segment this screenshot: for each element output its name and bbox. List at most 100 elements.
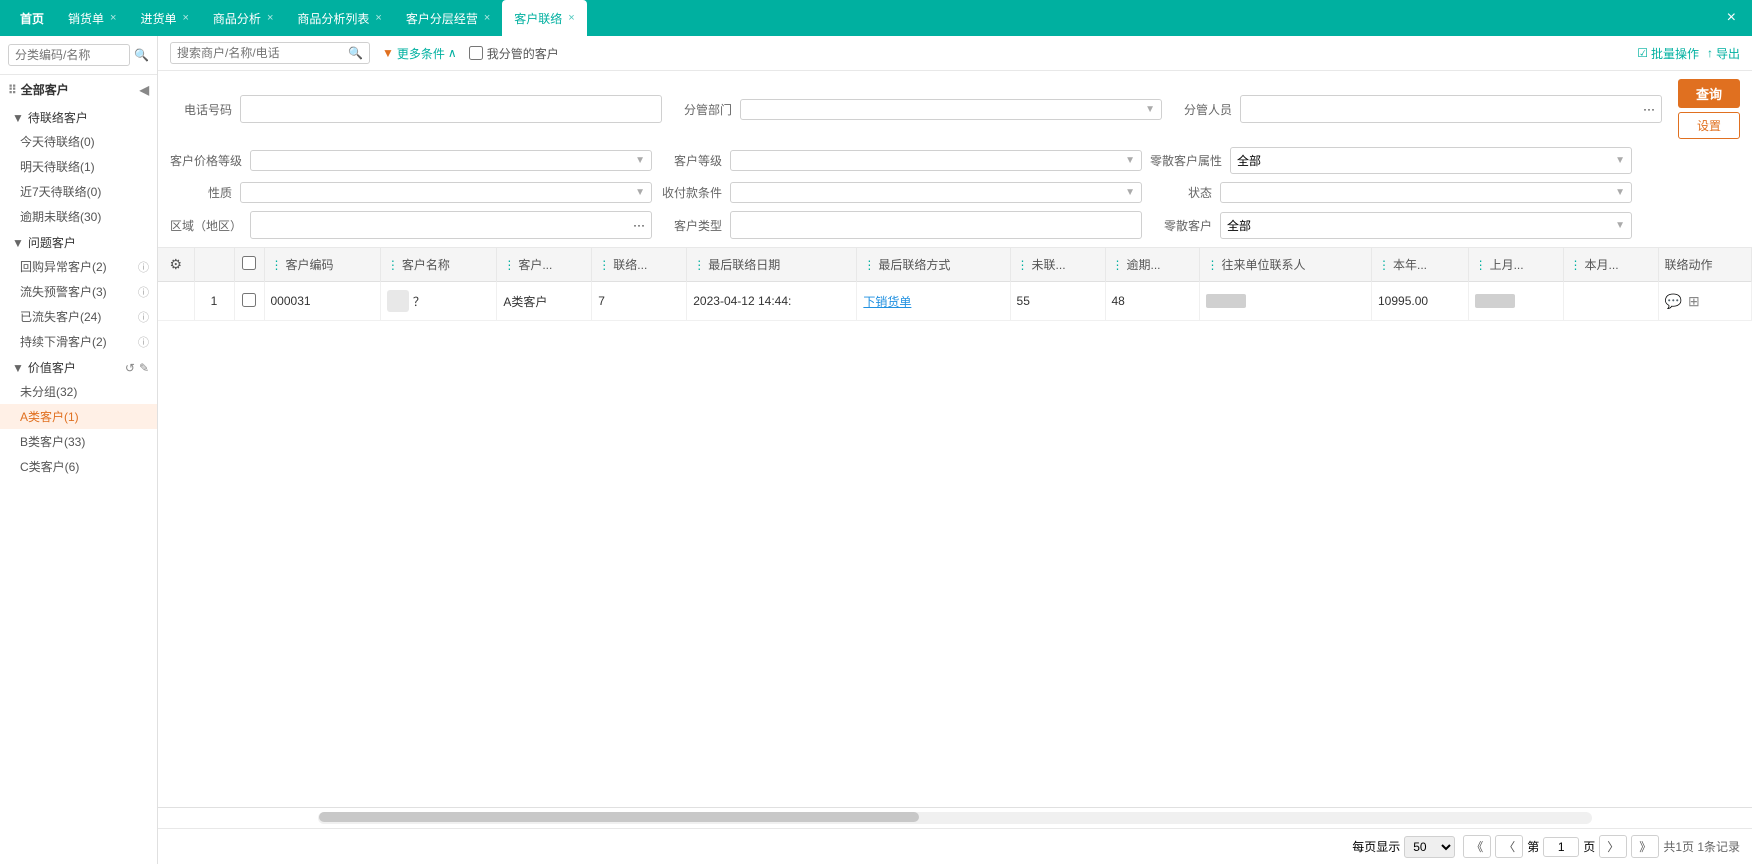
sidebar-item-b-class[interactable]: B类客户(33) [0, 429, 157, 454]
close-goods-analysis-list-tab[interactable]: × [375, 12, 381, 24]
sort-icon-thismonth: ⋮ [1570, 258, 1582, 272]
filter-select-scatter[interactable]: 全部 ▼ [1220, 212, 1632, 239]
nav-tab-goods-analysis[interactable]: 商品分析 × [201, 0, 285, 36]
table-row: 1 000031 ？ A类客户 7 2023 [158, 282, 1752, 321]
close-customer-contact-tab[interactable]: × [568, 12, 574, 24]
filter-select-price-level[interactable]: ▼ [250, 150, 652, 171]
sidebar-item-a-class[interactable]: A类客户(1) [0, 404, 157, 429]
action-icons: 💬 ⊞ [1665, 293, 1746, 310]
filter-more-btn[interactable]: ▼ 更多条件 ∧ [382, 45, 457, 62]
filter-select-scatter-attr[interactable]: 全部 ▼ [1230, 147, 1632, 174]
page-number-input[interactable] [1543, 837, 1579, 857]
nav-tab-customer-tier[interactable]: 客户分层经营 × [394, 0, 502, 36]
row-checkbox[interactable] [242, 293, 256, 307]
table-gear-icon[interactable]: ⚙ [169, 256, 182, 272]
last-page-button[interactable]: 》 [1631, 835, 1659, 858]
avatar [387, 290, 409, 312]
filter-select-nature[interactable]: ▼ [240, 182, 652, 203]
query-button[interactable]: 查询 [1678, 79, 1740, 108]
dept-select-arrow: ▼ [1145, 104, 1155, 115]
sidebar-item-c-class[interactable]: C类客户(6) [0, 454, 157, 479]
sort-icon-name: ⋮ [387, 258, 399, 272]
filter-cell-status: 状态 ▼ [1150, 182, 1632, 203]
td-index: 1 [194, 282, 234, 321]
sort-icon-year: ⋮ [1378, 258, 1390, 272]
close-goods-analysis-tab[interactable]: × [267, 12, 273, 24]
sidebar-item-repurchase-abnormal[interactable]: 回购异常客户(2) ⓘ [0, 254, 157, 279]
sidebar-item-declining[interactable]: 持续下滑客户(2) ⓘ [0, 329, 157, 354]
sidebar-item-ungrouped[interactable]: 未分组(32) [0, 379, 157, 404]
filter-label-dept: 分管部门 [670, 101, 740, 118]
filter-search-input[interactable] [177, 46, 348, 60]
filter-label-customer-level: 客户等级 [660, 152, 730, 169]
edit-icon[interactable]: ✎ [139, 361, 149, 375]
batch-op-button[interactable]: ☑ 批量操作 [1637, 45, 1699, 62]
close-all-button[interactable]: × [1719, 9, 1744, 27]
scrollbar-track[interactable] [318, 812, 1592, 824]
pending-arrow: ▼ [12, 111, 24, 125]
sidebar-item-lost-warning[interactable]: 流失预警客户(3) ⓘ [0, 279, 157, 304]
sidebar-item-already-lost[interactable]: 已流失客户(24) ⓘ [0, 304, 157, 329]
sidebar-item-overdue-contact[interactable]: 逾期未联络(30) [0, 204, 157, 229]
page-size-dropdown[interactable]: 20 50 100 [1404, 836, 1455, 858]
close-customer-tier-tab[interactable]: × [484, 12, 490, 24]
first-page-button[interactable]: 《 [1463, 835, 1491, 858]
sidebar-search-icon[interactable]: 🔍 [134, 48, 149, 62]
nav-tab-sales[interactable]: 销货单 × [56, 0, 128, 36]
chat-icon[interactable]: 💬 [1665, 293, 1682, 310]
filter-input-phone[interactable] [240, 95, 662, 123]
next-page-button[interactable]: 〉 [1599, 835, 1627, 858]
nav-tab-purchase[interactable]: 进货单 × [128, 0, 200, 36]
filter-input-person[interactable]: ··· [1240, 95, 1662, 123]
scrollbar-thumb[interactable] [319, 812, 919, 822]
nav-tab-customer-contact[interactable]: 客户联络 × [502, 0, 586, 36]
nav-tab-home[interactable]: 首页 [8, 0, 56, 36]
td-type: A类客户 [497, 282, 592, 321]
customers-table: ⚙ ⋮客户编码 ⋮客户名称 ⋮客户... [158, 248, 1752, 321]
settings-button[interactable]: 设置 [1678, 112, 1740, 139]
filter-cell-customer-type: 客户类型 [660, 211, 1142, 239]
my-customers-checkbox[interactable] [469, 46, 483, 60]
filter-cell-nature: 性质 ▼ [170, 182, 652, 203]
prev-page-button[interactable]: 〈 [1495, 835, 1523, 858]
status-arrow: ▼ [1615, 187, 1625, 198]
horizontal-scrollbar[interactable] [158, 807, 1752, 828]
close-purchase-tab[interactable]: × [182, 12, 188, 24]
all-customers-header[interactable]: ⠿ 全部客户 ◀ [0, 75, 157, 104]
filter-select-payment[interactable]: ▼ [730, 182, 1142, 203]
sidebar-item-7days-contact[interactable]: 近7天待联络(0) [0, 179, 157, 204]
sidebar-item-today-contact[interactable]: 今天待联络(0) [0, 129, 157, 154]
sidebar-search-input[interactable] [8, 44, 130, 66]
sidebar-item-tomorrow-contact[interactable]: 明天待联络(1) [0, 154, 157, 179]
pending-contact-group[interactable]: ▼ 待联络客户 [0, 104, 157, 129]
filter-my-customers[interactable]: 我分管的客户 [469, 45, 559, 62]
refresh-icon[interactable]: ↺ [125, 361, 135, 375]
td-gear [158, 282, 194, 321]
filter-row-3: 性质 ▼ 收付款条件 ▼ 状态 [170, 182, 1740, 203]
filter-select-dept[interactable]: ▼ [740, 99, 1162, 120]
page-nav: 《 〈 第 页 〉 》 共1页 1条记录 [1463, 835, 1740, 858]
export-icon: ↑ [1707, 46, 1713, 60]
price-level-arrow: ▼ [635, 155, 645, 166]
td-code: 000031 [264, 282, 380, 321]
filter-select-status[interactable]: ▼ [1220, 182, 1632, 203]
export-button[interactable]: ↑ 导出 [1707, 45, 1740, 62]
all-customers-label: 全部客户 [21, 81, 69, 98]
sort-icon-contact: ⋮ [598, 258, 610, 272]
filter-input-customer-type[interactable] [730, 211, 1142, 239]
last-contact-way-link[interactable]: 下销货单 [863, 295, 911, 309]
filter-input-region[interactable]: ··· [250, 211, 652, 239]
filter-search-icon[interactable]: 🔍 [348, 46, 363, 60]
select-all-checkbox[interactable] [242, 256, 256, 270]
collapse-icon[interactable]: ◀ [140, 83, 149, 97]
info-icon-4: ⓘ [138, 334, 149, 350]
value-customers-group[interactable]: ▼ 价值客户 ↺ ✎ [0, 354, 157, 379]
filter-select-customer-level[interactable]: ▼ [730, 150, 1142, 171]
qr-icon[interactable]: ⊞ [1688, 293, 1700, 310]
filter-cell-price-level: 客户价格等级 ▼ [170, 150, 652, 171]
problem-customers-group[interactable]: ▼ 问题客户 [0, 229, 157, 254]
filter-cell-person: 分管人员 ··· [1170, 95, 1662, 123]
close-sales-tab[interactable]: × [110, 12, 116, 24]
th-check [234, 248, 264, 282]
nav-tab-goods-analysis-list[interactable]: 商品分析列表 × [285, 0, 393, 36]
